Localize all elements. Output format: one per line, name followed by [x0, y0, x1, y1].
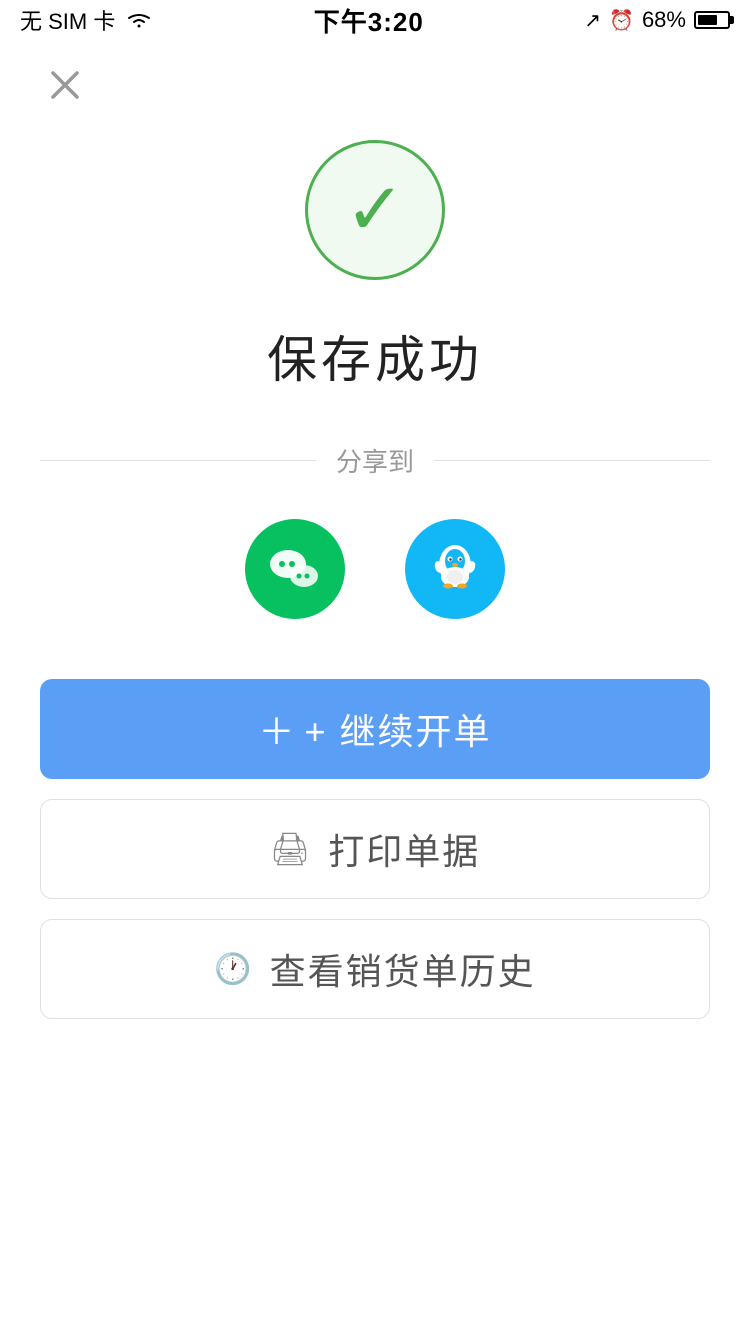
success-title: 保存成功 [267, 320, 483, 392]
status-bar: 无 SIM 卡 下午3:20 ↗ ⏰ 68% [0, 0, 750, 40]
close-icon [49, 69, 81, 101]
print-button[interactable]: 🖨 打印单据 [40, 799, 710, 899]
checkmark-icon: ✓ [345, 174, 405, 246]
share-divider: 分享到 [40, 442, 710, 479]
history-button-label: 查看销货单历史 [270, 943, 536, 995]
share-label: 分享到 [336, 442, 414, 479]
status-right: ↗ ⏰ 68% [584, 7, 730, 33]
qq-share-button[interactable] [405, 519, 505, 619]
printer-icon: 🖨 [270, 830, 313, 868]
wifi-icon [125, 10, 153, 30]
alarm-icon: ⏰ [609, 8, 634, 33]
status-time: 下午3:20 [314, 2, 424, 39]
main-content: ✓ 保存成功 分享到 [0, 40, 750, 1334]
share-section: 分享到 [40, 442, 710, 619]
wechat-share-button[interactable] [245, 519, 345, 619]
divider-right [434, 460, 710, 461]
plus-icon: ＋ [258, 703, 296, 755]
battery-icon [694, 11, 730, 29]
share-icons [245, 519, 505, 619]
location-icon: ↗ [584, 8, 601, 33]
divider-left [40, 460, 316, 461]
continue-button-label: + 继续开单 [304, 703, 491, 755]
history-button[interactable]: 🕐 查看销货单历史 [40, 919, 710, 1019]
carrier-text: 无 SIM 卡 [20, 4, 115, 36]
print-button-label: 打印单据 [328, 823, 480, 875]
continue-button[interactable]: ＋ + 继续开单 [40, 679, 710, 779]
success-circle: ✓ [305, 140, 445, 280]
clock-icon: 🕐 [214, 952, 253, 987]
close-button[interactable] [40, 60, 90, 110]
wechat-icon [266, 544, 324, 594]
qq-icon [425, 539, 485, 599]
action-buttons: ＋ + 继续开单 🖨 打印单据 🕐 查看销货单历史 [40, 679, 710, 1019]
battery-percent: 68% [642, 7, 686, 33]
status-left: 无 SIM 卡 [20, 4, 153, 36]
